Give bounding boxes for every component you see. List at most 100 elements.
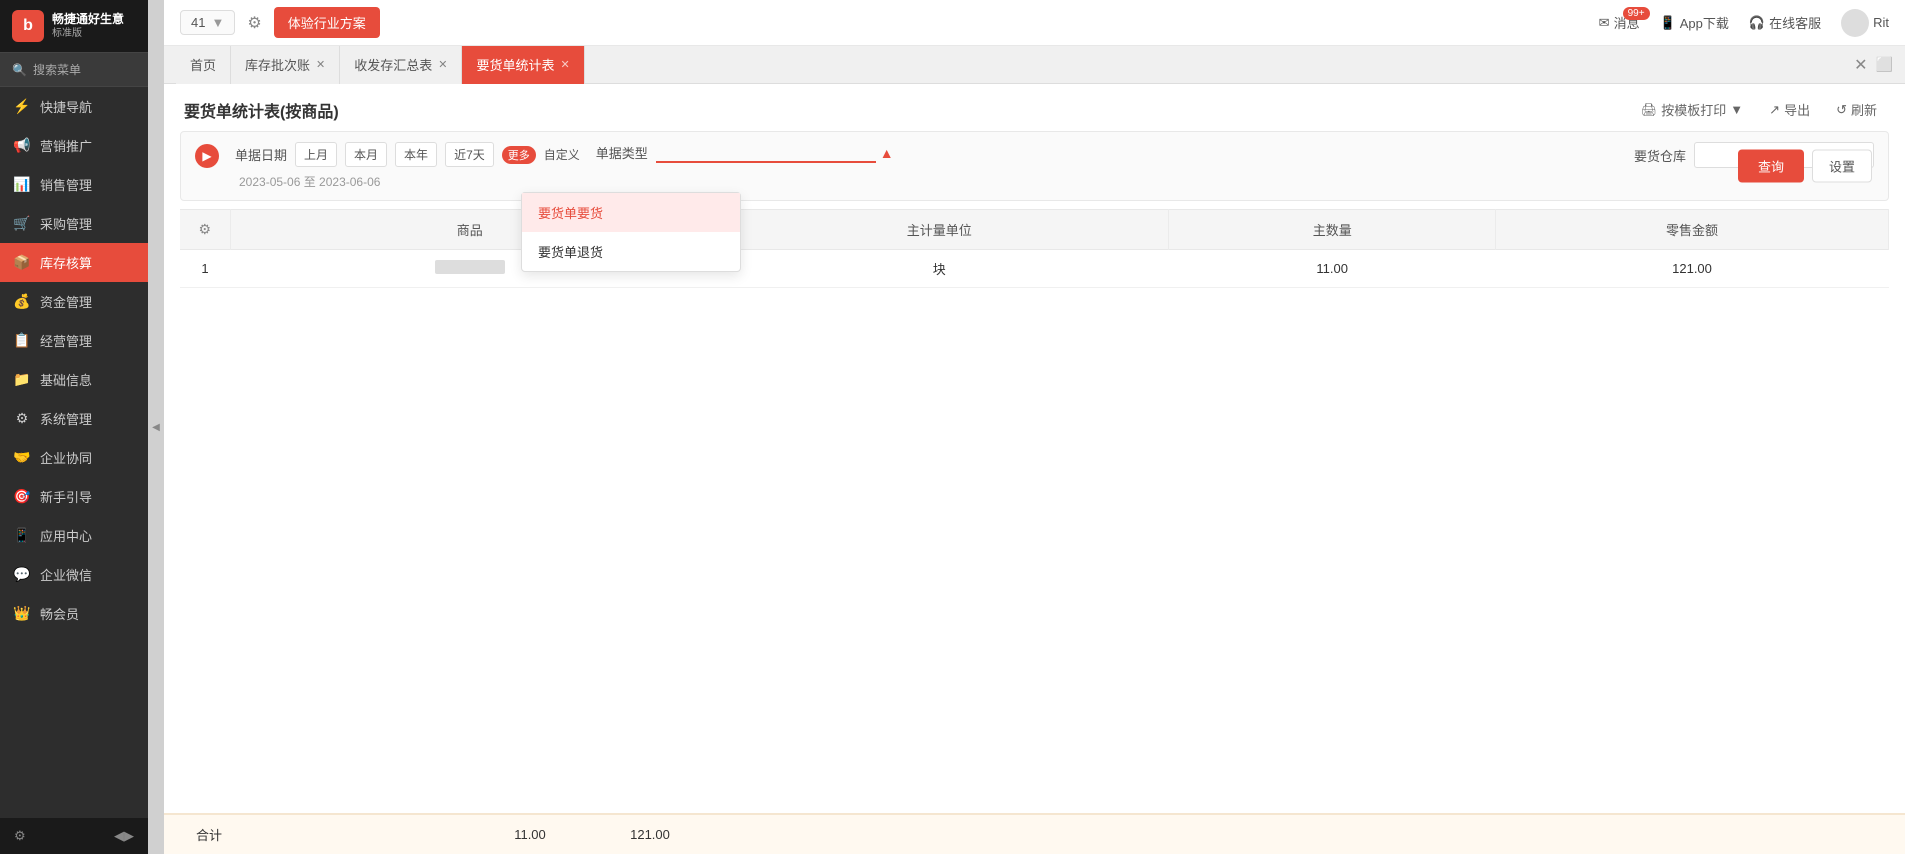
date-more-badge[interactable]: 更多 [502, 146, 536, 164]
product-name-blurred [435, 260, 505, 274]
date-range-display-row: 2023-05-06 至 2023-06-06 [235, 173, 580, 190]
tab-close-icon[interactable]: ✕ [438, 58, 447, 71]
tab-home[interactable]: 首页 [176, 46, 231, 84]
dropdown-item-order[interactable]: 要货单要货 [522, 193, 740, 232]
messages-badge: 99+ [1623, 7, 1650, 20]
filter-bar: ▶ 单据日期 上月 本月 本年 近7天 更多 自定义 2023-05-06 至 … [180, 131, 1889, 201]
sidebar-item-label: 企业协同 [40, 448, 92, 467]
footer-amount: 121.00 [590, 827, 710, 842]
sidebar-item-sales[interactable]: 📊 销售管理 [0, 165, 148, 204]
data-table: ⚙ 商品 主计量单位 主数量 零售金额 1 块 [180, 209, 1889, 288]
sidebar-item-basic-info[interactable]: 📁 基础信息 [0, 360, 148, 399]
sidebar-item-wechat[interactable]: 💬 企业微信 [0, 555, 148, 594]
user-profile[interactable]: Rit [1841, 9, 1889, 37]
sidebar-item-operations[interactable]: 📋 经营管理 [0, 321, 148, 360]
messages-button[interactable]: ✉ 消息 99+ [1599, 13, 1640, 32]
date-last-7days-button[interactable]: 近7天 [445, 142, 494, 167]
online-service-button[interactable]: 🎧 在线客服 [1749, 13, 1821, 32]
sidebar-item-member[interactable]: 👑 畅会员 [0, 594, 148, 633]
cell-unit: 块 [710, 250, 1169, 288]
sidebar-item-system[interactable]: ⚙ 系统管理 [0, 399, 148, 438]
sidebar-item-marketing[interactable]: 📢 营销推广 [0, 126, 148, 165]
print-icon: 🖨 [1641, 102, 1658, 118]
tab-close-icon[interactable]: ✕ [561, 58, 570, 71]
sidebar-item-label: 采购管理 [40, 214, 92, 233]
tab-bar-expand-icon[interactable]: ⬜ [1876, 56, 1893, 73]
sidebar-item-label: 经营管理 [40, 331, 92, 350]
sidebar: b 畅捷通好生意 标准版 🔍 搜索菜单 ⚡ 快捷导航 📢 营销推广 📊 销售管理… [0, 0, 148, 854]
sidebar-item-label: 应用中心 [40, 526, 92, 545]
company-selector[interactable]: 41 ▼ [180, 10, 235, 35]
cell-index: 1 [180, 250, 230, 288]
quick-nav-icon: ⚡ [12, 98, 32, 115]
footer-total-label: 合计 [180, 825, 470, 844]
user-avatar [1841, 9, 1869, 37]
date-this-year-button[interactable]: 本年 [395, 142, 437, 167]
dropdown-item-return[interactable]: 要货单退货 [522, 232, 740, 271]
sidebar-search[interactable]: 🔍 搜索菜单 [0, 53, 148, 87]
filter-settings-button[interactable]: 设置 [1812, 150, 1872, 183]
page-title: 要货单统计表(按商品) [184, 98, 339, 122]
refresh-button[interactable]: ↺ 刷新 [1828, 96, 1885, 123]
table-row: 1 块 11.00 121.00 [180, 250, 1889, 288]
message-icon: ✉ [1599, 15, 1610, 31]
header-settings-icon[interactable]: ⚙ [247, 13, 261, 33]
sidebar-item-finance[interactable]: 💰 资金管理 [0, 282, 148, 321]
sidebar-item-label: 销售管理 [40, 175, 92, 194]
inventory-icon: 📦 [12, 254, 32, 271]
sidebar-collapse-handle[interactable]: ◀ [148, 0, 164, 854]
date-custom-button[interactable]: 自定义 [544, 146, 580, 163]
col-amount-header: 零售金额 [1496, 210, 1889, 250]
refresh-icon: ↺ [1836, 102, 1847, 118]
marketing-icon: 📢 [12, 137, 32, 154]
date-range-display: 2023-05-06 至 2023-06-06 [239, 173, 380, 190]
page-content: 要货单统计表(按商品) 🖨 按模板打印 ▼ ↗ 导出 ↺ 刷新 [164, 84, 1905, 854]
tab-inventory-batch[interactable]: 库存批次账 ✕ [231, 46, 340, 84]
filter-expand-button[interactable]: ▶ [195, 144, 219, 168]
sidebar-item-quick-nav[interactable]: ⚡ 快捷导航 [0, 87, 148, 126]
app-logo-text: 畅捷通好生意 标准版 [52, 11, 124, 42]
app-download-button[interactable]: 📱 App下载 [1660, 13, 1729, 32]
sidebar-item-label: 库存核算 [40, 253, 92, 272]
footer-quantity: 11.00 [470, 827, 590, 842]
collapse-arrow-icon: ◀ [152, 422, 160, 433]
sidebar-item-guide[interactable]: 🎯 新手引导 [0, 477, 148, 516]
sidebar-item-enterprise[interactable]: 🤝 企业协同 [0, 438, 148, 477]
date-this-month-button[interactable]: 本月 [345, 142, 387, 167]
print-dropdown-icon: ▼ [1730, 102, 1743, 117]
sidebar-navigation: ⚡ 快捷导航 📢 营销推广 📊 销售管理 🛒 采购管理 📦 库存核算 💰 资金管… [0, 87, 148, 818]
print-template-button[interactable]: 🖨 按模板打印 ▼ [1633, 96, 1751, 123]
page-actions: 🖨 按模板打印 ▼ ↗ 导出 ↺ 刷新 [1633, 96, 1885, 123]
operations-icon: 📋 [12, 332, 32, 349]
type-filter-arrow-icon[interactable]: ▲ [880, 145, 894, 161]
sidebar-logo: b 畅捷通好生意 标准版 [0, 0, 148, 53]
type-filter-input[interactable] [656, 142, 876, 163]
sidebar-item-inventory[interactable]: 📦 库存核算 [0, 243, 148, 282]
sidebar-footer: ⚙ ◀▶ [0, 818, 148, 854]
member-icon: 👑 [12, 605, 32, 622]
export-button[interactable]: ↗ 导出 [1761, 96, 1818, 123]
table-settings-icon[interactable]: ⚙ [198, 221, 211, 237]
top-header: 41 ▼ ⚙ 体验行业方案 ✉ 消息 99+ 📱 App下载 🎧 在线客服 R [164, 0, 1905, 46]
sidebar-settings-icon[interactable]: ⚙ [14, 828, 26, 844]
table-body: 1 块 11.00 121.00 [180, 250, 1889, 288]
cell-quantity: 11.00 [1169, 250, 1496, 288]
tab-receipt-summary[interactable]: 收发存汇总表 ✕ [340, 46, 462, 84]
page-header: 要货单统计表(按商品) 🖨 按模板打印 ▼ ↗ 导出 ↺ 刷新 [164, 84, 1905, 131]
tab-close-icon[interactable]: ✕ [316, 58, 325, 71]
promo-button[interactable]: 体验行业方案 [274, 7, 380, 38]
table-head: ⚙ 商品 主计量单位 主数量 零售金额 [180, 210, 1889, 250]
warehouse-filter-label: 要货仓库 [1634, 146, 1686, 165]
date-last-month-button[interactable]: 上月 [295, 142, 337, 167]
tab-order-stats[interactable]: 要货单统计表 ✕ [462, 46, 584, 84]
tab-bar-actions: ✕ ⬜ [1854, 55, 1893, 75]
tab-bar-close-icon[interactable]: ✕ [1854, 55, 1867, 75]
sidebar-item-label: 快捷导航 [40, 97, 92, 116]
query-button[interactable]: 查询 [1738, 150, 1804, 183]
sidebar-item-label: 企业微信 [40, 565, 92, 584]
sidebar-item-purchase[interactable]: 🛒 采购管理 [0, 204, 148, 243]
sidebar-collapse-icon[interactable]: ◀▶ [114, 828, 134, 844]
sidebar-item-label: 基础信息 [40, 370, 92, 389]
sidebar-item-app-center[interactable]: 📱 应用中心 [0, 516, 148, 555]
tab-bar: 首页 库存批次账 ✕ 收发存汇总表 ✕ 要货单统计表 ✕ ✕ ⬜ [164, 46, 1905, 84]
